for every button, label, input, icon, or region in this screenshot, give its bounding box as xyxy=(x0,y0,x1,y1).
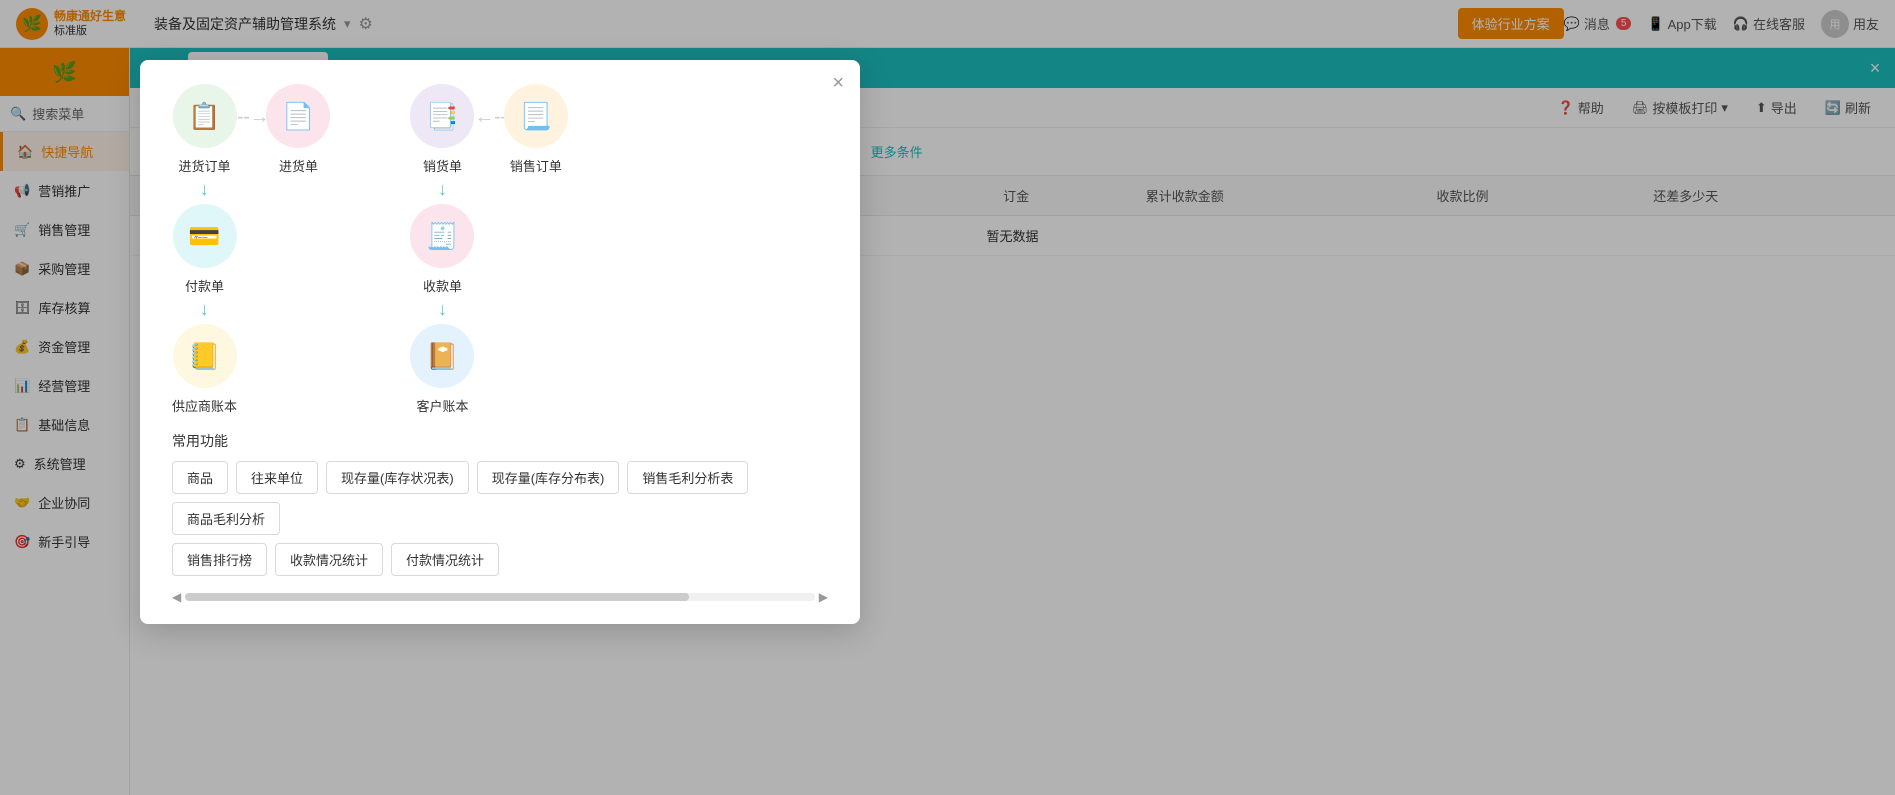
customer-account-node[interactable]: 📔 客户账本 xyxy=(410,324,474,415)
func-buttons-row2: 销售排行榜 收款情况统计 付款情况统计 xyxy=(172,543,828,576)
func-btn-stock-dist[interactable]: 现存量(库存分布表) xyxy=(477,461,620,494)
scroll-track[interactable] xyxy=(185,593,815,601)
purchase-bill-icon: 📄 xyxy=(266,84,330,148)
sales-bill-node[interactable]: 📑 销货单 xyxy=(410,84,474,175)
purchase-order-label: 进货订单 xyxy=(178,156,230,175)
scroll-thumb[interactable] xyxy=(185,593,689,601)
flow-right-col: 📃 销售订单 xyxy=(504,84,568,175)
func-btn-parties[interactable]: 往来单位 xyxy=(236,461,318,494)
supplier-account-label: 供应商账本 xyxy=(172,396,237,415)
receipt-node[interactable]: 🧾 收款单 xyxy=(410,204,474,295)
customer-account-icon: 📔 xyxy=(410,324,474,388)
arrow-down-2: ↓ xyxy=(200,299,209,320)
sales-bill-icon: 📑 xyxy=(410,84,474,148)
sales-order-label: 销售订单 xyxy=(510,156,562,175)
flow-left-col: 📋 进货订单 ↓ 💳 付款单 ↓ 📒 供应商账本 xyxy=(172,84,237,415)
modal-overlay[interactable]: × 📋 进货订单 ↓ 💳 付款单 xyxy=(0,0,1895,795)
func-btn-sales-rank[interactable]: 销售排行榜 xyxy=(172,543,267,576)
quick-nav-modal: × 📋 进货订单 ↓ 💳 付款单 xyxy=(140,60,860,624)
customer-account-label: 客户账本 xyxy=(416,396,468,415)
supplier-account-icon: 📒 xyxy=(173,324,237,388)
scroll-left-arrow[interactable]: ◀ xyxy=(172,590,181,604)
modal-close-btn[interactable]: × xyxy=(832,72,844,95)
func-btn-receipt-stats[interactable]: 收款情况统计 xyxy=(275,543,383,576)
flow-middle-right-col: 📑 销货单 ↓ 🧾 收款单 ↓ 📔 客户账本 xyxy=(410,84,474,415)
arrow-h-1: - - → xyxy=(237,84,266,129)
func-btn-stock-status[interactable]: 现存量(库存状况表) xyxy=(326,461,469,494)
sales-order-icon: 📃 xyxy=(504,84,568,148)
flow-middle-left-col: 📄 进货单 xyxy=(266,84,330,175)
arrow-down-3: ↓ xyxy=(438,179,447,200)
receipt-icon: 🧾 xyxy=(410,204,474,268)
arrow-down-4: ↓ xyxy=(438,299,447,320)
common-functions-title: 常用功能 xyxy=(172,431,828,451)
scroll-right-arrow[interactable]: ▶ xyxy=(819,590,828,604)
func-buttons-row1: 商品 往来单位 现存量(库存状况表) 现存量(库存分布表) 销售毛利分析表 商品… xyxy=(172,461,828,535)
func-btn-goods-margin[interactable]: 商品毛利分析 xyxy=(172,502,280,535)
purchase-bill-label: 进货单 xyxy=(279,156,318,175)
common-functions: 常用功能 商品 往来单位 现存量(库存状况表) 现存量(库存分布表) 销售毛利分… xyxy=(172,431,828,576)
payment-icon: 💳 xyxy=(173,204,237,268)
arrow-h-2: ← - - xyxy=(474,84,503,129)
purchase-order-icon: 📋 xyxy=(173,84,237,148)
sales-order-node[interactable]: 📃 销售订单 xyxy=(504,84,568,175)
payment-node[interactable]: 💳 付款单 xyxy=(173,204,237,295)
purchase-order-node[interactable]: 📋 进货订单 xyxy=(173,84,237,175)
arrow-down-1: ↓ xyxy=(200,179,209,200)
supplier-account-node[interactable]: 📒 供应商账本 xyxy=(172,324,237,415)
func-btn-sales-margin[interactable]: 销售毛利分析表 xyxy=(627,461,748,494)
purchase-bill-node[interactable]: 📄 进货单 xyxy=(266,84,330,175)
app-wrapper: 🌿 畅康通好生意 标准版 装备及固定资产辅助管理系统 ▾ ⚙ 体验行业方案 💬 … xyxy=(0,0,1895,795)
func-btn-goods[interactable]: 商品 xyxy=(172,461,228,494)
payment-label: 付款单 xyxy=(185,276,224,295)
func-btn-payment-stats[interactable]: 付款情况统计 xyxy=(391,543,499,576)
modal-scrollbar: ◀ ▶ xyxy=(172,590,828,604)
receipt-label: 收款单 xyxy=(423,276,462,295)
sales-bill-label: 销货单 xyxy=(423,156,462,175)
flow-diagram: 📋 进货订单 ↓ 💳 付款单 ↓ 📒 供应商账本 xyxy=(172,84,828,415)
